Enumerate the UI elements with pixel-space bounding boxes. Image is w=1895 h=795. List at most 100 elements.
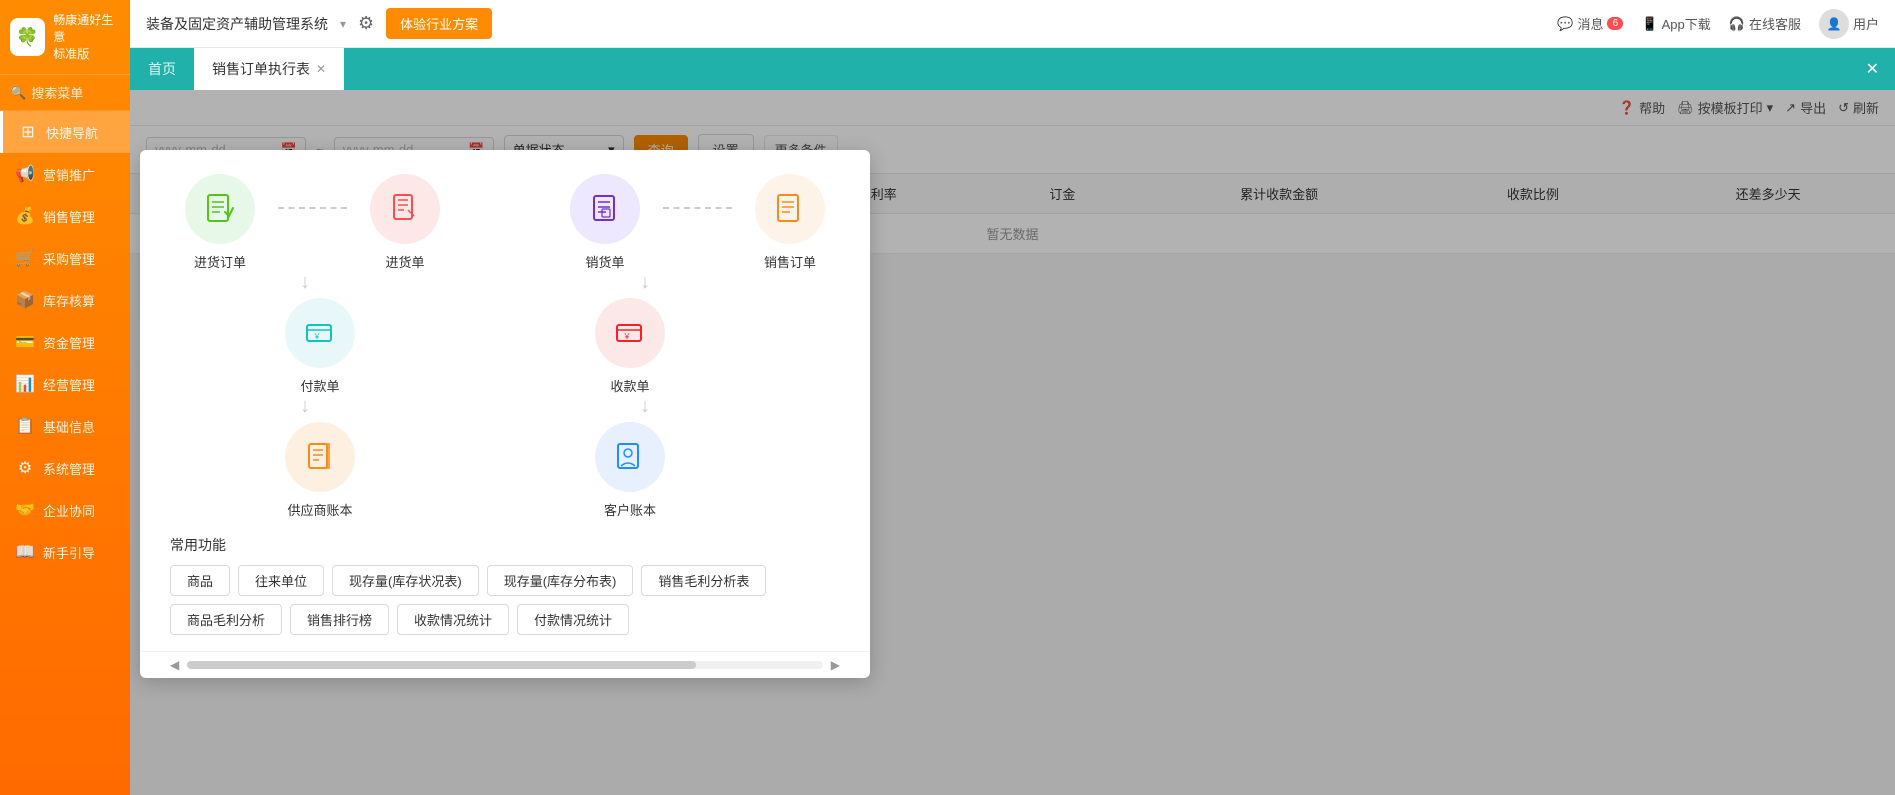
- supplier-ledger-node[interactable]: 供应商账本: [270, 422, 370, 519]
- common-btn-partner[interactable]: 往来单位: [238, 565, 324, 596]
- sidebar-item-enterprise[interactable]: 🤝 企业协同: [0, 489, 130, 531]
- flow-row-2: ↓ ↓: [170, 271, 840, 294]
- sidebar-item-marketing[interactable]: 📢 营销推广: [0, 153, 130, 195]
- nav-icon: ⊞: [18, 122, 38, 142]
- common-btn-stock-status[interactable]: 现存量(库存状况表): [332, 565, 479, 596]
- arrow-down-right2: ↓: [610, 395, 680, 418]
- flow-row-3: ￥ 付款单: [170, 298, 840, 395]
- purchase-receipt-node[interactable]: 进货单: [355, 174, 455, 271]
- online-service-btn[interactable]: 🎧 在线客服: [1729, 14, 1801, 33]
- sidebar-item-sales[interactable]: 💰 销售管理: [0, 195, 130, 237]
- sales-invoice-icon: [570, 174, 640, 244]
- common-title: 常用功能: [170, 535, 840, 555]
- arrow-right-1: [278, 207, 347, 239]
- payment-col: ￥ 付款单: [270, 298, 370, 395]
- tab-sales-order-exec[interactable]: 销售订单执行表 ✕: [194, 48, 344, 90]
- system-title: 装备及固定资产辅助管理系统: [146, 14, 328, 34]
- payment-icon: ￥: [285, 298, 355, 368]
- purchase-order-icon: [185, 174, 255, 244]
- common-btn-sales-profit[interactable]: 销售毛利分析表: [641, 565, 766, 596]
- nav-icon: 📢: [15, 164, 35, 184]
- receipt-col: ￥ 收款单: [580, 298, 680, 395]
- content-area: ❓ 帮助 🖨 按模板打印 ▾ ↗ 导出 ↺ 刷新 yyyy-mm-dd 📅: [130, 90, 1895, 795]
- receipt-icon: ￥: [595, 298, 665, 368]
- topbar-right: 💬 消息 6 📱 App下载 🎧 在线客服 👤 用户: [1557, 9, 1879, 39]
- logo-text: 畅康通好生意 标准版: [53, 12, 120, 62]
- scroll-left-icon[interactable]: ◀: [170, 658, 179, 672]
- message-icon: 💬: [1557, 16, 1573, 32]
- sidebar-item-inventory[interactable]: 📦 库存核算: [0, 279, 130, 321]
- flow-row-1: 进货订单: [170, 174, 840, 271]
- tabbar: 首页 销售订单执行表 ✕ ✕: [130, 48, 1895, 90]
- sidebar-logo: 🍀 畅康通好生意 标准版: [0, 0, 130, 75]
- message-badge: 6: [1607, 17, 1623, 30]
- sidebar: 🍀 畅康通好生意 标准版 🔍 搜索菜单 ⊞ 快捷导航 📢 营销推广 💰 销售管理…: [0, 0, 130, 795]
- sidebar-item-finance[interactable]: 💳 资金管理: [0, 321, 130, 363]
- search-icon: 🔍: [10, 85, 26, 101]
- common-buttons: 商品 往来单位 现存量(库存状况表) 现存量(库存分布表) 销售毛利分析表 商品…: [170, 565, 840, 635]
- flow-row-4: ↓ ↓: [170, 395, 840, 418]
- topbar: 装备及固定资产辅助管理系统 ▾ ⚙ 体验行业方案 💬 消息 6 📱 App下载 …: [130, 0, 1895, 48]
- sales-invoice-col: 销货单: [555, 174, 655, 271]
- flow-modal: 进货订单: [140, 150, 870, 678]
- common-btn-product-profit[interactable]: 商品毛利分析: [170, 604, 282, 635]
- sidebar-item-purchase[interactable]: 🛒 采购管理: [0, 237, 130, 279]
- purchase-receipt-col: 进货单: [355, 174, 455, 271]
- scroll-bar-area: ◀ ▶: [140, 651, 870, 678]
- sidebar-search[interactable]: 🔍 搜索菜单: [0, 75, 130, 111]
- customer-ledger-icon: [595, 422, 665, 492]
- tab-close-icon[interactable]: ✕: [316, 62, 326, 76]
- common-btn-stock-dist[interactable]: 现存量(库存分布表): [487, 565, 634, 596]
- payment-node[interactable]: ￥ 付款单: [270, 298, 370, 395]
- arrow-down-left2: ↓: [270, 395, 340, 418]
- common-btn-receipt-stats[interactable]: 收款情况统计: [397, 604, 509, 635]
- service-icon: 🎧: [1729, 16, 1745, 32]
- sidebar-item-quick-nav[interactable]: ⊞ 快捷导航: [0, 111, 130, 153]
- svg-text:￥: ￥: [623, 332, 631, 341]
- flow-row-5: 供应商账本 客户账本: [170, 422, 840, 519]
- sidebar-nav: ⊞ 快捷导航 📢 营销推广 💰 销售管理 🛒 采购管理 📦 库存核算 💳 资金管…: [0, 111, 130, 795]
- arrow-left-1: [663, 207, 732, 239]
- receipt-node[interactable]: ￥ 收款单: [580, 298, 680, 395]
- dropdown-arrow-icon[interactable]: ▾: [340, 17, 346, 31]
- sidebar-item-basic[interactable]: 📋 基础信息: [0, 405, 130, 447]
- nav-icon: 🛒: [15, 248, 35, 268]
- sidebar-item-system[interactable]: ⚙ 系统管理: [0, 447, 130, 489]
- common-btn-payment-stats[interactable]: 付款情况统计: [517, 604, 629, 635]
- supplier-ledger-icon: [285, 422, 355, 492]
- settings-icon[interactable]: ⚙: [358, 13, 374, 34]
- message-btn[interactable]: 💬 消息 6: [1557, 14, 1623, 33]
- sales-invoice-node[interactable]: 销货单: [555, 174, 655, 271]
- tab-home[interactable]: 首页: [130, 48, 194, 90]
- scroll-right-icon[interactable]: ▶: [831, 658, 840, 672]
- user-menu[interactable]: 👤 用户: [1819, 9, 1879, 39]
- sidebar-item-newbie[interactable]: 📖 新手引导: [0, 531, 130, 573]
- nav-icon: 💳: [15, 332, 35, 352]
- nav-icon: 💰: [15, 206, 35, 226]
- app-icon: 📱: [1641, 16, 1657, 32]
- nav-icon: 📊: [15, 374, 35, 394]
- modal-overlay[interactable]: 进货订单: [130, 90, 1895, 795]
- experience-btn[interactable]: 体验行业方案: [386, 8, 492, 39]
- nav-icon: 📦: [15, 290, 35, 310]
- nav-icon: ⚙: [15, 458, 35, 478]
- common-btn-product[interactable]: 商品: [170, 565, 230, 596]
- nav-icon: 🤝: [15, 500, 35, 520]
- svg-text:￥: ￥: [313, 332, 321, 341]
- common-btn-sales-rank[interactable]: 销售排行榜: [290, 604, 389, 635]
- sales-order-icon: [755, 174, 825, 244]
- arrow-down-right: ↓: [610, 271, 680, 294]
- arrow-down-left: ↓: [270, 271, 340, 294]
- app-download-btn[interactable]: 📱 App下载: [1641, 14, 1710, 33]
- close-tab-right-icon[interactable]: ✕: [1866, 59, 1879, 79]
- purchase-order-node[interactable]: 进货订单: [170, 174, 270, 271]
- flow-section: 进货订单: [140, 150, 870, 535]
- customer-ledger-node[interactable]: 客户账本: [580, 422, 680, 519]
- common-section: 常用功能 商品 往来单位 现存量(库存状况表) 现存量(库存分布表) 销售毛利分…: [140, 535, 870, 651]
- sales-order-node[interactable]: 销售订单: [740, 174, 840, 271]
- avatar: 👤: [1819, 9, 1849, 39]
- logo-icon: 🍀: [10, 18, 45, 56]
- sidebar-item-operation[interactable]: 📊 经营管理: [0, 363, 130, 405]
- scroll-track[interactable]: [187, 661, 823, 669]
- nav-icon: 📖: [15, 542, 35, 562]
